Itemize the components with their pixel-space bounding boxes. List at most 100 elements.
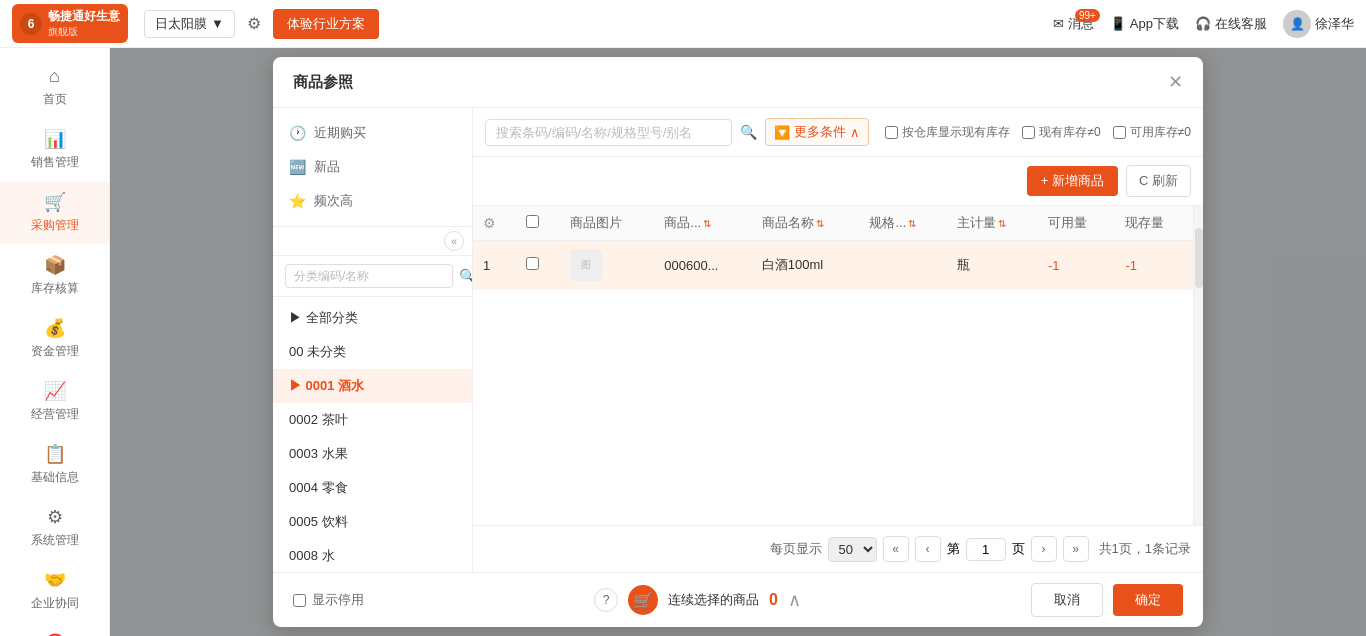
quick-tab-frequent[interactable]: ⭐ 频次高 <box>273 184 472 218</box>
sidebar-item-finance[interactable]: 💰 资金管理 <box>0 307 109 370</box>
category-item-0004[interactable]: 0004 零食 <box>273 471 472 505</box>
table-row[interactable]: 1 图 000600... 白酒100ml <box>473 241 1193 290</box>
page-next-button[interactable]: › <box>1031 536 1057 562</box>
category-item-0005[interactable]: 0005 饮料 <box>273 505 472 539</box>
sort-unit-icon[interactable]: ⇅ <box>998 218 1006 229</box>
th-available: 可用量 <box>1038 206 1116 241</box>
modal-toolbar: + 新增商品 C 刷新 <box>473 157 1203 206</box>
show-disabled-input[interactable] <box>293 594 306 607</box>
sidebar-label-purchase: 采购管理 <box>31 217 79 234</box>
per-page-select[interactable]: 50 <box>828 537 877 562</box>
category-item-0003[interactable]: 0003 水果 <box>273 437 472 471</box>
customer-service-button[interactable]: 🎧 在线客服 <box>1195 15 1267 33</box>
sort-name-icon[interactable]: ⇅ <box>816 218 824 229</box>
enterprise-icon: 🤝 <box>44 569 66 591</box>
category-item-all[interactable]: ▶ 全部分类 <box>273 301 472 335</box>
checkbox-stock-nonzero-input[interactable] <box>1022 126 1035 139</box>
sidebar-item-basic-info[interactable]: 📋 基础信息 <box>0 433 109 496</box>
category-label-0002: 0002 茶叶 <box>289 411 348 429</box>
category-search-icon[interactable]: 🔍 <box>459 268 473 284</box>
sidebar-item-home[interactable]: ⌂ 首页 <box>0 56 109 118</box>
cancel-button[interactable]: 取消 <box>1031 583 1103 617</box>
user-avatar-button[interactable]: 👤 徐泽华 <box>1283 10 1354 38</box>
sidebar-item-inventory[interactable]: 📦 库存核算 <box>0 244 109 307</box>
scrollbar[interactable] <box>1193 206 1203 525</box>
modal-title: 商品参照 <box>293 73 353 92</box>
td-spec <box>859 241 947 290</box>
system-icon: ⚙ <box>47 506 63 528</box>
modal-footer: 显示停用 ? 🛒 连续选择的商品 0 ∧ 取消 确定 <box>273 572 1203 627</box>
refresh-button[interactable]: C 刷新 <box>1126 165 1191 197</box>
quick-tab-recent-label: 近期购买 <box>314 124 366 142</box>
quick-tab-frequent-label: 频次高 <box>314 192 353 210</box>
category-item-0008[interactable]: 0008 水 <box>273 539 472 572</box>
row-checkbox[interactable] <box>526 257 539 270</box>
quick-tab-new[interactable]: 🆕 新品 <box>273 150 472 184</box>
category-item-00[interactable]: 00 未分类 <box>273 335 472 369</box>
sidebar-item-enterprise[interactable]: 🤝 企业协同 <box>0 559 109 622</box>
category-label-all: ▶ 全部分类 <box>289 309 358 327</box>
sidebar: ⌂ 首页 📊 销售管理 🛒 采购管理 📦 库存核算 💰 资金管理 📈 经营管理 … <box>0 48 110 636</box>
checkbox-warehouse-input[interactable] <box>885 126 898 139</box>
modal-body: 🕐 近期购买 🆕 新品 ⭐ 频次高 <box>273 108 1203 572</box>
checkbox-stock-nonzero[interactable]: 现有库存≠0 <box>1022 124 1100 141</box>
settings-icon[interactable]: ⚙ <box>243 10 265 37</box>
headset-icon: 🎧 <box>1195 16 1211 31</box>
cart-collapse-icon[interactable]: ∧ <box>788 589 801 611</box>
show-disabled-checkbox[interactable]: 显示停用 <box>293 591 364 609</box>
td-available: -1 <box>1038 241 1116 290</box>
category-label-0008: 0008 水 <box>289 547 335 565</box>
topnav: 6 畅捷通好生意 旗舰版 日太阳膜 ▼ ⚙ 体验行业方案 ✉ 消息 99+ 📱 … <box>0 0 1366 48</box>
footer-mid: ? 🛒 连续选择的商品 0 ∧ <box>594 585 801 615</box>
cart-icon[interactable]: 🛒 <box>628 585 658 615</box>
category-search-input[interactable] <box>285 264 453 288</box>
sort-spec-icon[interactable]: ⇅ <box>908 218 916 229</box>
sidebar-item-operations[interactable]: 📈 经营管理 <box>0 370 109 433</box>
checkbox-available-nonzero-input[interactable] <box>1113 126 1126 139</box>
chevron-down-icon: ▼ <box>211 16 224 31</box>
product-search-icon[interactable]: 🔍 <box>740 124 757 140</box>
category-item-0001[interactable]: ▶ 0001 酒水 <box>273 369 472 403</box>
add-product-button[interactable]: + 新增商品 <box>1027 166 1118 196</box>
checkbox-available-nonzero-label: 可用库存≠0 <box>1130 124 1191 141</box>
checkbox-warehouse[interactable]: 按仓库显示现有库存 <box>885 124 1010 141</box>
experience-button[interactable]: 体验行业方案 <box>273 9 379 39</box>
quick-tabs: 🕐 近期购买 🆕 新品 ⭐ 频次高 <box>273 108 472 227</box>
username-label: 徐泽华 <box>1315 15 1354 33</box>
logo[interactable]: 6 畅捷通好生意 旗舰版 <box>12 4 128 43</box>
sidebar-item-sales[interactable]: 📊 销售管理 <box>0 118 109 181</box>
close-icon[interactable]: ✕ <box>1168 71 1183 93</box>
th-checkbox <box>516 206 559 241</box>
show-disabled-label: 显示停用 <box>312 591 364 609</box>
category-label-0005: 0005 饮料 <box>289 513 348 531</box>
inventory-icon: 📦 <box>44 254 66 276</box>
confirm-button[interactable]: 确定 <box>1113 584 1183 616</box>
filter-button[interactable]: 🔽 更多条件 ∧ <box>765 118 869 146</box>
sidebar-item-purchase[interactable]: 🛒 采购管理 <box>0 181 109 244</box>
product-search-input[interactable] <box>485 119 732 146</box>
sidebar-label-enterprise: 企业协同 <box>31 595 79 612</box>
panel-collapse-icon[interactable]: « <box>444 231 464 251</box>
quick-tab-recent[interactable]: 🕐 近期购买 <box>273 116 472 150</box>
message-button[interactable]: ✉ 消息 99+ <box>1053 15 1094 33</box>
sidebar-item-system[interactable]: ⚙ 系统管理 <box>0 496 109 559</box>
page-prev-button[interactable]: ‹ <box>915 536 941 562</box>
th-spec: 规格...⇅ <box>859 206 947 241</box>
config-icon[interactable]: ⚙ <box>483 215 496 231</box>
app-download-button[interactable]: 📱 App下载 <box>1110 15 1179 33</box>
sidebar-item-guide[interactable]: 🎯 新手引导 <box>0 622 109 636</box>
help-icon[interactable]: ? <box>594 588 618 612</box>
category-search: 🔍 <box>273 256 472 297</box>
page-input[interactable] <box>966 538 1006 561</box>
sort-code-icon[interactable]: ⇅ <box>703 218 711 229</box>
category-item-0002[interactable]: 0002 茶叶 <box>273 403 472 437</box>
select-all-checkbox[interactable] <box>526 215 539 228</box>
category-label-0003: 0003 水果 <box>289 445 348 463</box>
logo-icon: 6 <box>20 13 42 35</box>
page-first-button[interactable]: « <box>883 536 909 562</box>
checkbox-available-nonzero[interactable]: 可用库存≠0 <box>1113 124 1191 141</box>
page-label: 第 <box>947 540 960 558</box>
category-label-0001: ▶ 0001 酒水 <box>289 377 364 395</box>
store-selector[interactable]: 日太阳膜 ▼ <box>144 10 235 38</box>
page-last-button[interactable]: » <box>1063 536 1089 562</box>
